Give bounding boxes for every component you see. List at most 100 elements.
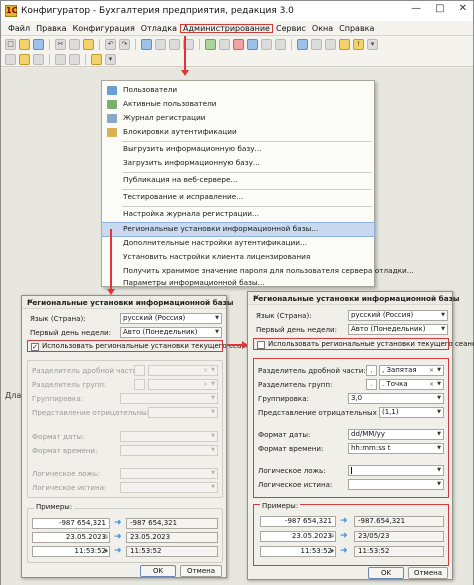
open-icon[interactable] xyxy=(19,54,30,65)
print-icon[interactable] xyxy=(55,54,66,65)
menu-help[interactable]: Справка xyxy=(336,24,377,33)
use-session-settings-checkbox[interactable]: Использовать региональные установки теку… xyxy=(253,338,474,350)
update-config-icon[interactable] xyxy=(233,39,244,50)
use-session-settings-checkbox[interactable]: ✓ Использовать региональные установки тек… xyxy=(27,340,254,352)
open-folder-icon[interactable] xyxy=(19,39,30,50)
menu-windows[interactable]: Окна xyxy=(309,24,336,33)
ok-button[interactable]: OK xyxy=(140,565,176,577)
grouping-field[interactable]: ▼ xyxy=(120,393,218,404)
negative-numbers-select[interactable]: (1,1) ▼ xyxy=(379,407,444,418)
undo-icon[interactable]: ↶ xyxy=(105,39,116,50)
minimize-button[interactable]: — xyxy=(411,3,421,14)
compare-icon[interactable] xyxy=(219,39,230,50)
boolean-true-field[interactable]: ▼ xyxy=(348,479,444,490)
menu-administration[interactable]: Администрирование xyxy=(180,23,273,33)
menu-service[interactable]: Сервис xyxy=(273,24,309,33)
new-document-icon[interactable]: □ xyxy=(5,39,16,50)
chevron-down-icon[interactable]: ▾ xyxy=(105,54,116,65)
menu-item-extra-auth-settings[interactable]: Дополнительные настройки аутентификации.… xyxy=(102,237,374,250)
search-icon[interactable] xyxy=(141,39,152,50)
administration-dropdown-menu: Пользователи Активные пользователи Журна… xyxy=(101,80,414,288)
menu-item-test-repair[interactable]: Тестирование и исправление... xyxy=(102,191,374,204)
time-format-field[interactable]: hh:mm:ss t ▼ xyxy=(348,443,444,454)
cancel-button[interactable]: Отмена xyxy=(408,567,448,579)
paste-icon[interactable] xyxy=(83,39,94,50)
edit-icon[interactable] xyxy=(339,39,350,50)
title-bar: 1C Конфигуратор - Бухгалтерия предприяти… xyxy=(1,1,473,21)
config-tree-icon[interactable] xyxy=(205,39,216,50)
time-format-label: Формат времени: xyxy=(32,446,98,455)
toolbar-separator xyxy=(199,39,200,50)
help-icon[interactable] xyxy=(69,54,80,65)
ok-button[interactable]: OK xyxy=(368,567,404,579)
menu-edit[interactable]: Правка xyxy=(33,24,69,33)
save-icon[interactable] xyxy=(33,39,44,50)
cancel-button[interactable]: Отмена xyxy=(180,565,222,577)
menu-item-web-publish[interactable]: Публикация на веб-сервере... xyxy=(102,174,374,187)
new-icon[interactable] xyxy=(5,54,16,65)
copy-icon[interactable] xyxy=(69,39,80,50)
menu-item-load-infobase[interactable]: Загрузить информационную базу... xyxy=(102,157,374,170)
date-format-field[interactable]: dd/MM/yy ▼ xyxy=(348,429,444,440)
list-icon[interactable] xyxy=(325,39,336,50)
negative-numbers-select[interactable]: ▼ xyxy=(148,407,218,418)
date-format-field[interactable]: ▼ xyxy=(120,431,218,442)
grouping-field[interactable]: 3,0 ▼ xyxy=(348,393,444,404)
example-number[interactable]: -987 654,321 xyxy=(260,516,336,527)
cut-icon[interactable]: ✂ xyxy=(55,39,66,50)
checkbox-box[interactable] xyxy=(257,341,265,349)
puzzle-icon[interactable] xyxy=(311,39,322,50)
boolean-false-field[interactable]: ▼ xyxy=(120,468,218,479)
example-date[interactable]: 23.05.2023 ▤ xyxy=(260,531,336,542)
menu-item-license-client[interactable]: Установить настройки клиента лицензирова… xyxy=(102,251,374,264)
decimal-separator-select[interactable]: × ▼ xyxy=(148,365,218,376)
toolbar-separator xyxy=(135,39,136,50)
language-select[interactable]: русский (Россия) ▼ xyxy=(120,313,222,324)
menu-item-active-users[interactable]: Активные пользователи xyxy=(102,98,374,111)
time-format-field[interactable]: ▼ xyxy=(120,445,218,456)
menu-item-dump-infobase[interactable]: Выгрузить информационную базу... xyxy=(102,143,374,156)
example-time[interactable]: 11:53:52 ◆ xyxy=(32,546,110,557)
close-button[interactable]: ✕ xyxy=(459,3,467,14)
menu-item-regional-settings[interactable]: Региональные установки информационной ба… xyxy=(101,222,375,237)
decimal-separator-char: ‚ xyxy=(366,365,377,376)
checkbox-box[interactable]: ✓ xyxy=(31,343,39,351)
find-prev-icon[interactable] xyxy=(169,39,180,50)
decimal-separator-select[interactable]: , Запятая × ▼ xyxy=(379,365,444,376)
close-icon[interactable]: ✕ xyxy=(27,297,222,306)
database-icon[interactable] xyxy=(247,39,258,50)
boolean-false-field[interactable]: ▼ xyxy=(348,465,444,476)
example-number[interactable]: -987 654,321 xyxy=(32,518,110,529)
info-icon[interactable]: ! xyxy=(353,39,364,50)
run-icon[interactable] xyxy=(261,39,272,50)
menu-file[interactable]: Файл xyxy=(5,24,33,33)
examples-label: Примеры: xyxy=(34,503,75,511)
example-time[interactable]: 11:53:52 ◆ xyxy=(260,546,336,557)
save-small-icon[interactable] xyxy=(33,54,44,65)
menu-item-users[interactable]: Пользователи xyxy=(102,84,374,97)
menu-item-event-log[interactable]: Журнал регистрации xyxy=(102,112,374,125)
menu-configuration[interactable]: Конфигурация xyxy=(70,24,138,33)
menu-item-auth-locks[interactable]: Блокировки аутентификации xyxy=(102,126,374,139)
debug-icon[interactable] xyxy=(275,39,286,50)
group-separator-select[interactable]: × ▼ xyxy=(148,379,218,390)
first-day-select[interactable]: Авто (Понедельник) ▼ xyxy=(348,324,448,335)
graduation-cap-icon[interactable] xyxy=(297,39,308,50)
close-icon[interactable]: ✕ xyxy=(253,293,448,302)
language-select[interactable]: русский (Россия) ▼ xyxy=(348,310,448,321)
find-next-icon[interactable] xyxy=(155,39,166,50)
example-date[interactable]: 23.05.2023 ▤ xyxy=(32,532,110,543)
redo-icon[interactable]: ↷ xyxy=(119,39,130,50)
menu-item-infobase-params[interactable]: Параметры информационной базы... xyxy=(102,278,374,288)
menu-debug[interactable]: Отладка xyxy=(138,24,180,33)
menu-item-log-settings[interactable]: Настройка журнала регистрации... xyxy=(102,208,374,221)
group-separator-select[interactable]: . Точка × ▼ xyxy=(379,379,444,390)
first-day-select[interactable]: Авто (Понедельник) ▼ xyxy=(120,327,222,338)
chevron-down-icon[interactable]: ▾ xyxy=(367,39,378,50)
maximize-button[interactable]: □ xyxy=(435,3,444,14)
chevron-down-icon: ▼ xyxy=(211,484,215,490)
lightbulb-icon[interactable] xyxy=(91,54,102,65)
boolean-true-field[interactable]: ▼ xyxy=(120,482,218,493)
language-label: Язык (Страна): xyxy=(256,311,312,320)
menu-item-debug-password[interactable]: Получить хранимое значение пароля для по… xyxy=(102,265,414,278)
